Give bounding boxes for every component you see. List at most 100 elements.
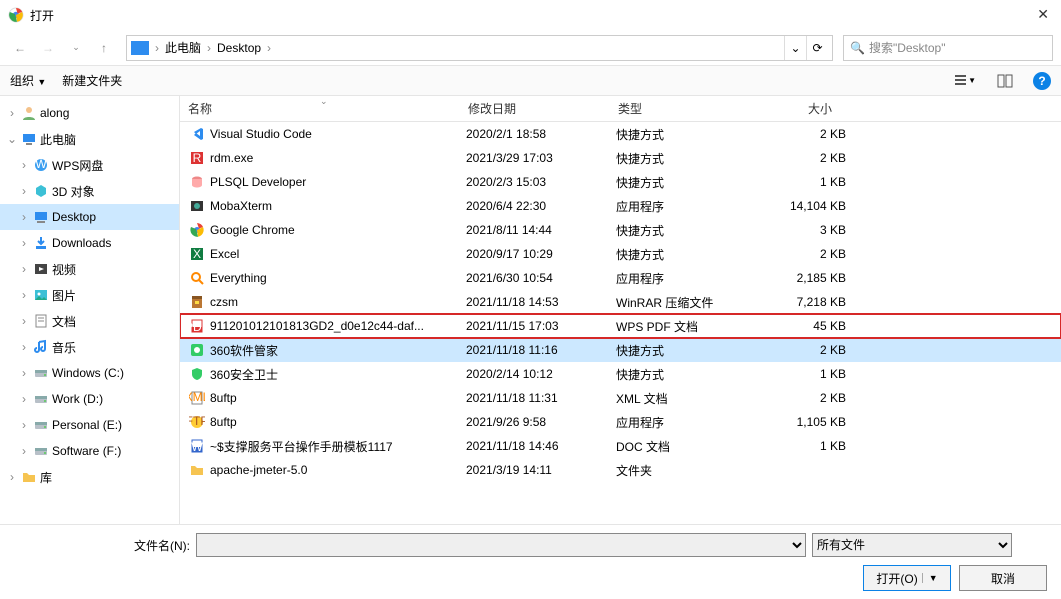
tree-twisty-icon[interactable]: › — [18, 236, 30, 250]
close-icon[interactable]: ✕ — [1037, 6, 1049, 23]
file-icon — [188, 126, 206, 142]
tree-item-work-d-[interactable]: ›Work (D:) — [0, 386, 179, 412]
file-size: 14,104 KB — [756, 199, 846, 213]
tree-twisty-icon[interactable]: › — [18, 366, 30, 380]
file-row[interactable]: apache-jmeter-5.02021/3/19 14:11文件夹 — [180, 458, 1061, 482]
file-type: 快捷方式 — [616, 150, 756, 167]
preview-pane-icon[interactable] — [993, 71, 1017, 91]
tree-item-windows-c-[interactable]: ›Windows (C:) — [0, 360, 179, 386]
tree-label: Downloads — [52, 236, 111, 250]
col-size[interactable]: 大小 — [750, 100, 840, 117]
file-type: WPS PDF 文档 — [616, 318, 756, 335]
crumb-root[interactable]: 此电脑 — [159, 39, 207, 56]
file-name: MobaXterm — [210, 199, 466, 213]
file-type: 快捷方式 — [616, 222, 756, 239]
file-size: 1 KB — [756, 367, 846, 381]
tree-icon — [32, 365, 50, 381]
file-row[interactable]: Rrdm.exe2021/3/29 17:03快捷方式2 KB — [180, 146, 1061, 170]
tree-label: Software (F:) — [52, 444, 121, 458]
help-icon[interactable]: ? — [1033, 72, 1051, 90]
file-type: 文件夹 — [616, 462, 756, 479]
tree-twisty-icon[interactable]: ⌄ — [6, 132, 18, 146]
tree-twisty-icon[interactable]: › — [18, 262, 30, 276]
newfolder-button[interactable]: 新建文件夹 — [62, 72, 122, 89]
tree-item--[interactable]: ›图片 — [0, 282, 179, 308]
file-name: rdm.exe — [210, 151, 466, 165]
file-name: 360安全卫士 — [210, 366, 466, 383]
tree[interactable]: ›along⌄此电脑›WWPS网盘›3D 对象›Desktop›Download… — [0, 96, 180, 524]
tree-label: 3D 对象 — [52, 183, 95, 200]
col-type[interactable]: 类型 — [610, 100, 750, 117]
file-rows[interactable]: Visual Studio Code2020/2/1 18:58快捷方式2 KB… — [180, 122, 1061, 482]
tree-item--[interactable]: ›库 — [0, 464, 179, 490]
tree-item-wps-[interactable]: ›WWPS网盘 — [0, 152, 179, 178]
file-row[interactable]: FTP8uftp2021/9/26 9:58应用程序1,105 KB — [180, 410, 1061, 434]
tree-item--[interactable]: ›文档 — [0, 308, 179, 334]
search-input[interactable]: 🔍 搜索"Desktop" — [843, 35, 1053, 61]
tree-item--[interactable]: ›视频 — [0, 256, 179, 282]
crumb-folder[interactable]: Desktop — [211, 41, 267, 55]
breadcrumb-dropdown-icon[interactable]: ⌄ — [784, 36, 806, 60]
tree-twisty-icon[interactable]: › — [18, 210, 30, 224]
tree-twisty-icon[interactable]: › — [18, 340, 30, 354]
file-icon — [188, 462, 206, 478]
file-row[interactable]: XExcel2020/9/17 10:29快捷方式2 KB — [180, 242, 1061, 266]
tree-twisty-icon[interactable]: › — [18, 314, 30, 328]
tree-twisty-icon[interactable]: › — [18, 418, 30, 432]
tree-item-along[interactable]: ›along — [0, 100, 179, 126]
file-type: WinRAR 压缩文件 — [616, 294, 756, 311]
tree-icon — [32, 287, 50, 303]
up-button[interactable]: ↑ — [92, 36, 116, 60]
filename-field[interactable] — [196, 533, 806, 557]
organize-button[interactable]: 组织 ▼ — [10, 72, 46, 89]
refresh-icon[interactable]: ⟳ — [806, 36, 828, 60]
tree-twisty-icon[interactable]: › — [6, 106, 18, 120]
forward-button[interactable]: → — [36, 36, 60, 60]
file-row[interactable]: Everything2021/6/30 10:54应用程序2,185 KB — [180, 266, 1061, 290]
tree-item-software-f-[interactable]: › Software (F:) — [0, 438, 179, 464]
tree-item-3d-[interactable]: › 3D 对象 — [0, 178, 179, 204]
open-button[interactable]: 打开(O) ▼ — [863, 565, 951, 591]
file-row[interactable]: XML8uftp2021/11/18 11:31XML 文档2 KB — [180, 386, 1061, 410]
tree-twisty-icon[interactable]: › — [6, 470, 18, 484]
file-row[interactable]: 360安全卫士2020/2/14 10:12快捷方式1 KB — [180, 362, 1061, 386]
file-icon: XML — [188, 390, 206, 406]
recent-dropdown[interactable]: ⌄ — [64, 36, 88, 60]
file-row[interactable]: 360软件管家2021/11/18 11:16快捷方式2 KB — [180, 338, 1061, 362]
tree-item--[interactable]: › 音乐 — [0, 334, 179, 360]
cancel-button[interactable]: 取消 — [959, 565, 1047, 591]
tree-twisty-icon[interactable]: › — [18, 158, 30, 172]
tree-icon: W — [32, 157, 50, 173]
tree-item--[interactable]: ⌄此电脑 — [0, 126, 179, 152]
back-button[interactable]: ← — [8, 36, 32, 60]
tree-twisty-icon[interactable]: › — [18, 444, 30, 458]
col-date[interactable]: 修改日期 — [460, 100, 610, 117]
file-date: 2021/6/30 10:54 — [466, 271, 616, 285]
tree-twisty-icon[interactable]: › — [18, 392, 30, 406]
view-details-icon[interactable]: ▼ — [953, 71, 977, 91]
tree-item-personal-e-[interactable]: ›Personal (E:) — [0, 412, 179, 438]
file-type: 快捷方式 — [616, 174, 756, 191]
file-row[interactable]: MobaXterm2020/6/4 22:30应用程序14,104 KB — [180, 194, 1061, 218]
file-row[interactable]: PDF911201012101813GD2_d0e12c44-daf...202… — [180, 314, 1061, 338]
file-size: 2 KB — [756, 343, 846, 357]
file-icon — [188, 366, 206, 382]
file-row[interactable]: W~$支撑服务平台操作手册模板11172021/11/18 14:46DOC 文… — [180, 434, 1061, 458]
file-name: 360软件管家 — [210, 342, 466, 359]
filetype-filter[interactable]: 所有文件 — [812, 533, 1012, 557]
file-row[interactable]: Google Chrome2021/8/11 14:44快捷方式3 KB — [180, 218, 1061, 242]
tree-item-desktop[interactable]: ›Desktop — [0, 204, 179, 230]
column-header[interactable]: ⌄ 名称 修改日期 类型 大小 — [180, 96, 1061, 122]
tree-label: 音乐 — [52, 339, 76, 356]
file-row[interactable]: PLSQL Developer2020/2/3 15:03快捷方式1 KB — [180, 170, 1061, 194]
tree-item-downloads[interactable]: › Downloads — [0, 230, 179, 256]
breadcrumb[interactable]: › 此电脑 › Desktop › ⌄ ⟳ — [126, 35, 833, 61]
tree-icon — [32, 339, 50, 355]
file-size: 2 KB — [756, 391, 846, 405]
tree-twisty-icon[interactable]: › — [18, 184, 30, 198]
file-row[interactable]: Visual Studio Code2020/2/1 18:58快捷方式2 KB — [180, 122, 1061, 146]
file-row[interactable]: czsm2021/11/18 14:53WinRAR 压缩文件7,218 KB — [180, 290, 1061, 314]
tree-twisty-icon[interactable]: › — [18, 288, 30, 302]
file-date: 2020/2/14 10:12 — [466, 367, 616, 381]
file-size: 7,218 KB — [756, 295, 846, 309]
